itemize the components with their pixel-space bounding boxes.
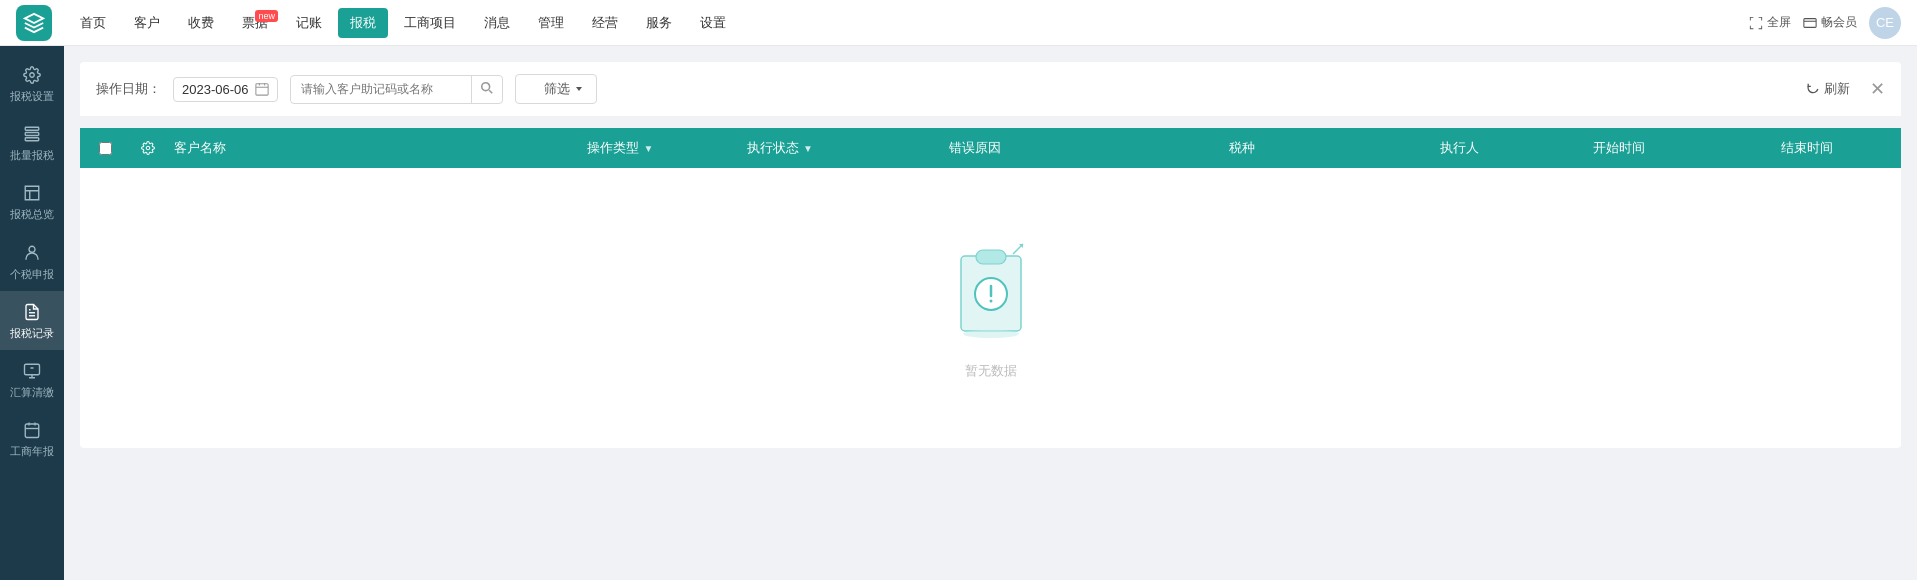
membership-button[interactable]: 畅会员 <box>1803 14 1857 31</box>
svg-rect-3 <box>25 133 39 136</box>
sidebar-item-tax-records[interactable]: 报税记录 <box>0 291 64 350</box>
nav-items: 首页客户收费票据new记账报税工商项目消息管理经营服务设置 <box>68 8 1749 38</box>
settings-icon <box>141 141 155 155</box>
col-header-executor: 执行人 <box>1394 139 1525 157</box>
nav-item-services[interactable]: 服务 <box>634 8 684 38</box>
sidebar-item-tax-records-label: 报税记录 <box>10 327 54 340</box>
filter-label: 筛选 <box>544 80 570 98</box>
refresh-button[interactable]: 刷新 <box>1806 80 1850 98</box>
col-header-tax-type: 税种 <box>1091 139 1394 157</box>
table-body: 暂无数据 <box>80 168 1901 448</box>
nav-item-billing[interactable]: 收费 <box>176 8 226 38</box>
search-box <box>290 75 503 104</box>
svg-rect-8 <box>25 364 40 375</box>
nav-item-accounts[interactable]: 记账 <box>284 8 334 38</box>
calendar-icon <box>255 82 269 96</box>
header-checkbox[interactable] <box>80 142 130 155</box>
nav-badge-invoice: new <box>255 10 278 23</box>
main-content: 操作日期： 2023-06-06 <box>64 46 1917 580</box>
svg-line-18 <box>489 90 492 93</box>
svg-rect-2 <box>25 127 39 130</box>
col-header-end-time: 结束时间 <box>1713 139 1901 157</box>
membership-label: 畅会员 <box>1821 14 1857 31</box>
sidebar-item-settlement[interactable]: 汇算清缴 <box>0 350 64 409</box>
sidebar-item-tax-settings-label: 报税设置 <box>10 90 54 103</box>
sidebar-item-personal-tax-label: 个税申报 <box>10 268 54 281</box>
refresh-label: 刷新 <box>1824 80 1850 98</box>
user-avatar[interactable]: CE <box>1869 7 1901 39</box>
main-layout: 报税设置 批量报税 报税总览 <box>0 0 1917 580</box>
sidebar-item-tax-overview[interactable]: 报税总览 <box>0 172 64 231</box>
app-logo[interactable] <box>16 5 52 41</box>
search-input[interactable] <box>291 77 471 101</box>
svg-point-27 <box>963 330 1019 338</box>
records-icon <box>21 301 43 323</box>
sidebar-item-batch-tax[interactable]: 批量报税 <box>0 113 64 172</box>
gear-icon <box>21 64 43 86</box>
table-container: 客户名称 操作类型 ▼ 执行状态 ▼ 错误原因 税种 执行人 <box>80 128 1901 448</box>
col-header-start-time: 开始时间 <box>1525 139 1713 157</box>
refresh-icon <box>1806 82 1820 96</box>
nav-item-tax[interactable]: 报税 <box>338 8 388 38</box>
batch-icon <box>21 123 43 145</box>
person-icon <box>21 242 43 264</box>
chevron-down-icon <box>574 84 584 94</box>
right-actions: 全屏 畅会员 CE <box>1749 7 1901 39</box>
select-all-checkbox[interactable] <box>99 142 112 155</box>
col-header-error-reason: 错误原因 <box>860 139 1091 157</box>
nav-item-management[interactable]: 管理 <box>526 8 576 38</box>
close-button[interactable]: ✕ <box>1870 78 1885 100</box>
svg-rect-4 <box>25 138 39 141</box>
nav-item-home[interactable]: 首页 <box>68 8 118 38</box>
search-button[interactable] <box>471 76 502 103</box>
sidebar-item-annual-report-label: 工商年报 <box>10 445 54 458</box>
table-header: 客户名称 操作类型 ▼ 执行状态 ▼ 错误原因 税种 执行人 <box>80 128 1901 168</box>
nav-item-customer[interactable]: 客户 <box>122 8 172 38</box>
overview-icon <box>21 182 43 204</box>
fullscreen-label: 全屏 <box>1767 14 1791 31</box>
svg-rect-21 <box>976 250 1006 264</box>
filter-icon-exec-status: ▼ <box>803 143 813 154</box>
settlement-icon <box>21 360 43 382</box>
sidebar-item-batch-tax-label: 批量报税 <box>10 149 54 162</box>
empty-text: 暂无数据 <box>965 362 1017 380</box>
svg-point-24 <box>989 300 992 303</box>
filter-icon-op-type: ▼ <box>643 143 653 154</box>
sidebar: 报税设置 批量报税 报税总览 <box>0 46 64 580</box>
svg-rect-0 <box>1804 18 1816 27</box>
sidebar-item-annual-report[interactable]: 工商年报 <box>0 409 64 468</box>
date-label: 操作日期： <box>96 80 161 98</box>
svg-rect-13 <box>255 84 267 95</box>
nav-item-business[interactable]: 工商项目 <box>392 8 468 38</box>
nav-item-operations[interactable]: 经营 <box>580 8 630 38</box>
svg-point-19 <box>146 146 150 150</box>
search-icon <box>480 81 494 95</box>
sidebar-item-tax-overview-label: 报税总览 <box>10 208 54 221</box>
empty-state: 暂无数据 <box>80 168 1901 448</box>
filter-button[interactable]: 筛选 <box>515 74 597 104</box>
filter-bar: 操作日期： 2023-06-06 <box>80 62 1901 116</box>
top-navigation: 首页客户收费票据new记账报税工商项目消息管理经营服务设置 全屏 畅会员 CE <box>0 0 1917 46</box>
annual-icon <box>21 419 43 441</box>
date-picker[interactable]: 2023-06-06 <box>173 77 278 102</box>
svg-point-1 <box>30 73 35 78</box>
nav-item-messages[interactable]: 消息 <box>472 8 522 38</box>
sidebar-item-tax-settings[interactable]: 报税设置 <box>0 54 64 113</box>
svg-point-5 <box>29 246 35 252</box>
svg-point-17 <box>481 82 489 90</box>
filter-icon <box>528 83 540 95</box>
col-header-op-type[interactable]: 操作类型 ▼ <box>541 139 700 157</box>
col-header-exec-status[interactable]: 执行状态 ▼ <box>700 139 859 157</box>
header-settings[interactable] <box>130 141 166 155</box>
nav-item-settings[interactable]: 设置 <box>688 8 738 38</box>
fullscreen-button[interactable]: 全屏 <box>1749 14 1791 31</box>
date-value: 2023-06-06 <box>182 82 249 97</box>
nav-item-invoice[interactable]: 票据new <box>230 8 280 38</box>
col-header-client-name: 客户名称 <box>166 139 541 157</box>
svg-rect-9 <box>25 424 39 438</box>
sidebar-item-settlement-label: 汇算清缴 <box>10 386 54 399</box>
sidebar-item-personal-tax[interactable]: 个税申报 <box>0 232 64 291</box>
empty-illustration <box>941 236 1041 346</box>
